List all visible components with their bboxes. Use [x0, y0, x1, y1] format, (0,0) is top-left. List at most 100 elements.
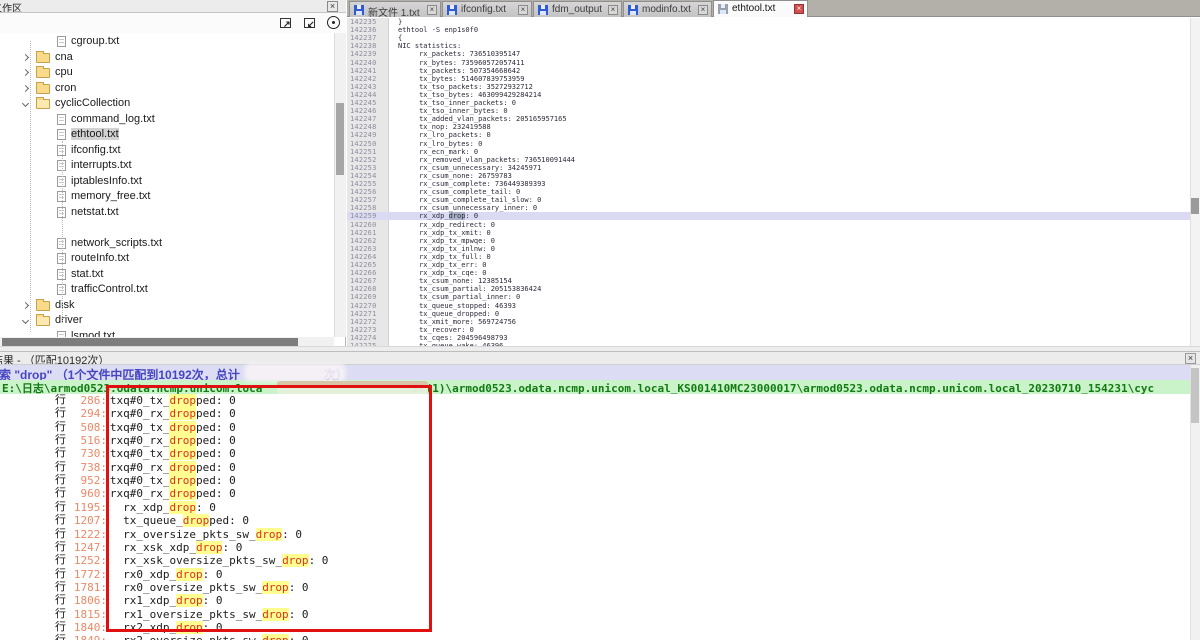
line-text: rx_bytes: 735960572057411: [398, 59, 524, 67]
line-number: 142253: [350, 164, 388, 172]
line-text: rx_csum_complete_tail: 0: [398, 188, 520, 196]
tree-vertical-scrollbar[interactable]: [334, 33, 346, 337]
collapse-all-icon[interactable]: ↙: [302, 15, 318, 31]
chevron-right-icon[interactable]: [22, 84, 29, 91]
workspace-titlebar[interactable]: 工作区 ×: [0, 0, 346, 13]
results-close-icon[interactable]: ×: [1185, 353, 1196, 364]
tree-item-cron[interactable]: cron: [0, 81, 334, 97]
tab-modinfo-txt[interactable]: modinfo.txt×: [623, 1, 712, 17]
editor-vertical-scrollbar-thumb[interactable]: [1191, 198, 1199, 214]
match-highlight: drop: [282, 554, 309, 567]
line-number: 142238: [350, 42, 388, 50]
chevron-down-icon[interactable]: [22, 100, 29, 107]
tree-item-trafficcontrol-txt[interactable]: trafficControl.txt: [0, 282, 334, 298]
line-text: tx_recover: 0: [398, 326, 474, 334]
tree-item-label: ethtool.txt: [71, 128, 119, 140]
tab-close-icon[interactable]: ×: [794, 4, 804, 14]
line-number: 142254: [350, 172, 388, 180]
tree-item-label: command_log.txt: [71, 113, 155, 125]
tree-item-cna[interactable]: cna: [0, 50, 334, 66]
tree-item-command-log-txt[interactable]: command_log.txt: [0, 112, 334, 128]
result-row-line-1815[interactable]: 行1815: rx1_oversize_pkts_sw_drop: 0: [0, 608, 1185, 621]
results-vertical-scrollbar-thumb[interactable]: [1191, 368, 1199, 423]
save-floppy-icon: [447, 5, 457, 15]
line-number: 142262: [350, 237, 388, 245]
result-row-line-1247[interactable]: 行1247: rx_xsk_xdp_drop: 0: [0, 541, 1185, 554]
tree-item-iptablesinfo-txt[interactable]: iptablesInfo.txt: [0, 174, 334, 190]
tree-item-cpu[interactable]: cpu: [0, 65, 334, 81]
tree-item-lsmod-txt[interactable]: lsmod.txt: [0, 329, 334, 338]
editor-line: 142252 rx_removed_vlan_packets: 73651009…: [347, 156, 1190, 164]
chevron-right-icon[interactable]: [22, 53, 29, 60]
tree-item-routeinfo-txt[interactable]: routeInfo.txt: [0, 251, 334, 267]
tab-close-icon[interactable]: ×: [698, 5, 708, 15]
tab-ifconfig-txt[interactable]: ifconfig.txt×: [442, 1, 532, 17]
line-number: 142267: [350, 277, 388, 285]
result-row-line-1222[interactable]: 行1222: rx_oversize_pkts_sw_drop: 0: [0, 528, 1185, 541]
line-text: tx_nop: 232419588: [398, 123, 491, 131]
result-row-line-1772[interactable]: 行1772: rx0_xdp_drop: 0: [0, 568, 1185, 581]
result-line-text: rxq#0_rx_dropped: 0: [90, 461, 236, 474]
result-row-line-1252[interactable]: 行1252: rx_xsk_oversize_pkts_sw_drop: 0: [0, 554, 1185, 567]
editor-line: 142238NIC statistics:: [347, 42, 1190, 50]
tab--1-txt[interactable]: 新文件 1.txt×: [349, 1, 441, 17]
workspace-close-icon[interactable]: ×: [327, 1, 338, 12]
tree-item-interrupts-txt[interactable]: interrupts.txt: [0, 158, 334, 174]
result-line-text: rx_oversize_pkts_sw_drop: 0: [90, 528, 302, 541]
expand-all-icon[interactable]: ↗: [278, 15, 294, 31]
tree-horizontal-scrollbar-thumb[interactable]: [2, 338, 298, 346]
chevron-down-icon[interactable]: [22, 317, 29, 324]
line-text: tx_csum_none: 12385154: [398, 277, 512, 285]
tree-item-network-scripts-txt[interactable]: network_scripts.txt: [0, 236, 334, 252]
result-row-line-286[interactable]: 行286: txq#0_tx_dropped: 0: [0, 394, 1185, 407]
tree-item-label: routeInfo.txt: [71, 252, 129, 264]
tab-close-icon[interactable]: ×: [518, 5, 528, 15]
result-row-line-952[interactable]: 行952: txq#0_tx_dropped: 0: [0, 474, 1185, 487]
tree-item-cgroup-txt[interactable]: cgroup.txt: [0, 34, 334, 50]
tab-close-icon[interactable]: ×: [608, 5, 618, 15]
tree-item-stat-txt[interactable]: stat.txt: [0, 267, 334, 283]
tree-item-cycliccollection[interactable]: cyclicCollection: [0, 96, 334, 112]
workspace-title: 工作区: [0, 0, 22, 13]
line-number: 142259: [350, 212, 388, 220]
tree-vertical-scrollbar-thumb[interactable]: [336, 103, 344, 175]
line-text: tx_queue_dropped: 0: [398, 310, 499, 318]
result-row-line-960[interactable]: 行960: rxq#0_rx_dropped: 0: [0, 487, 1185, 500]
tree-item-ethtool-txt[interactable]: ethtool.txt: [0, 127, 334, 143]
tree-item-ifconfig-txt[interactable]: ifconfig.txt: [0, 143, 334, 159]
editor-line: 142239 rx_packets: 736510395147: [347, 50, 1190, 58]
line-text: rx_lro_packets: 0: [398, 131, 491, 139]
result-row-line-516[interactable]: 行516: rxq#0_rx_dropped: 0: [0, 434, 1185, 447]
tab-ethtool-txt[interactable]: ethtool.txt×: [713, 0, 808, 17]
line-text: tx_csum_partial_inner: 0: [398, 293, 520, 301]
result-row-line-294[interactable]: 行294: rxq#0_rx_dropped: 0: [0, 407, 1185, 420]
editor-vertical-scrollbar[interactable]: [1190, 18, 1200, 346]
tab-close-icon[interactable]: ×: [427, 5, 437, 15]
match-highlight: drop: [176, 621, 203, 634]
results-file-path-line[interactable]: E:\日志\armod0523.odata.ncmp.unicom.locaar…: [0, 380, 1200, 394]
tree-item-label: stat.txt: [71, 268, 103, 280]
tree-item-disk[interactable]: disk: [0, 298, 334, 314]
result-row-line-1781[interactable]: 行1781: rx0_oversize_pkts_sw_drop: 0: [0, 581, 1185, 594]
chevron-right-icon[interactable]: [22, 69, 29, 76]
tree-item-driver[interactable]: driver: [0, 313, 334, 329]
tab-fdm-output[interactable]: fdm_output×: [533, 1, 622, 17]
result-row-line-730[interactable]: 行730: txq#0_tx_dropped: 0: [0, 447, 1185, 460]
line-text: rx_xdp_tx_inlnw: 0: [398, 245, 495, 253]
match-highlight: drop: [256, 528, 283, 541]
line-text: tx_csum_partial: 205153836424: [398, 285, 541, 293]
result-row-line-1195[interactable]: 行1195: rx_xdp_drop: 0: [0, 501, 1185, 514]
tree-item-memory-free-txt[interactable]: memory_free.txt: [0, 189, 334, 205]
tree-item-label: iptablesInfo.txt: [71, 175, 142, 187]
result-row-line-1849[interactable]: 行1849: rx2_oversize_pkts_sw_drop: 0: [0, 634, 1185, 640]
result-row-line-738[interactable]: 行738: rxq#0_rx_dropped: 0: [0, 461, 1185, 474]
result-row-line-1806[interactable]: 行1806: rx1_xdp_drop: 0: [0, 594, 1185, 607]
results-header[interactable]: 搜索结果 - （匹配10192次） ×: [0, 352, 1200, 365]
result-row-line-1840[interactable]: 行1840: rx2_xdp_drop: 0: [0, 621, 1185, 634]
tree-item-netstat-txt[interactable]: netstat.txt: [0, 205, 334, 221]
result-row-line-1207[interactable]: 行1207: tx_queue_dropped: 0: [0, 514, 1185, 527]
result-row-line-508[interactable]: 行508: txq#0_tx_dropped: 0: [0, 421, 1185, 434]
chevron-right-icon[interactable]: [22, 301, 29, 308]
results-summary-line[interactable]: 搜索 "drop" （1个文件中匹配到10192次，总计次）: [0, 365, 1200, 380]
locate-file-icon[interactable]: [327, 16, 340, 29]
